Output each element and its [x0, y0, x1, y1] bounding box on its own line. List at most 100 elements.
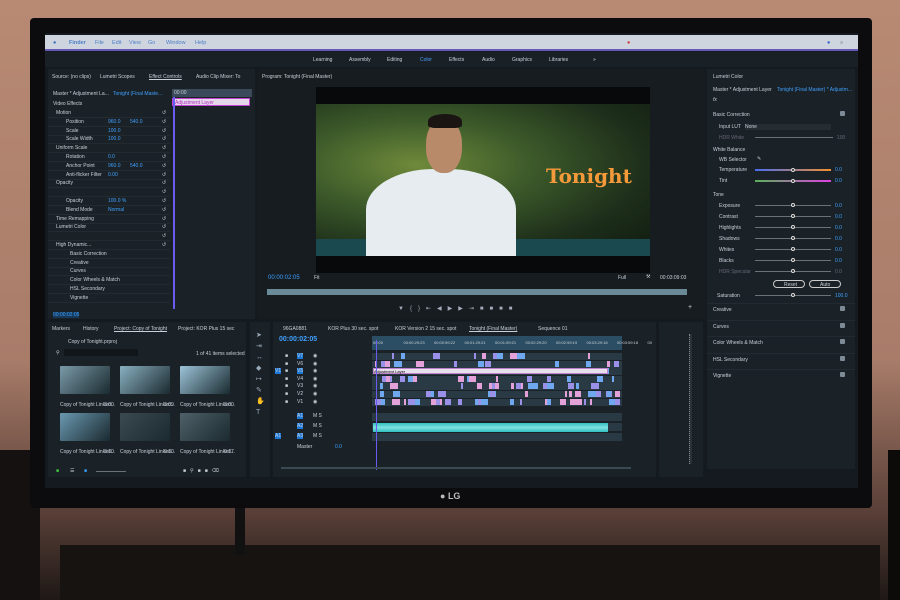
- list-view-icon[interactable]: ☰: [70, 468, 74, 474]
- project-tools-icons[interactable]: ■⚲■■⌫: [183, 468, 223, 474]
- transport-controls[interactable]: ▼{}⇤◀▶▶⇥■■■■: [398, 305, 518, 312]
- tab-effect-controls[interactable]: Effect Controls: [149, 74, 182, 80]
- video-clip[interactable]: [426, 391, 432, 397]
- workspace-assembly[interactable]: Assembly: [349, 57, 371, 63]
- white-balance-heading[interactable]: White Balance: [713, 147, 745, 153]
- icon-view-icon[interactable]: ■: [84, 468, 87, 474]
- video-clip[interactable]: [567, 375, 572, 382]
- lumetri-section[interactable]: Creative: [713, 307, 732, 313]
- video-clip[interactable]: [489, 383, 493, 390]
- tone-value[interactable]: 0.0: [835, 203, 842, 209]
- video-clip[interactable]: [583, 398, 586, 405]
- video-clip[interactable]: [477, 383, 483, 390]
- video-clip[interactable]: [586, 360, 592, 367]
- track-V1[interactable]: V1: [297, 399, 303, 405]
- video-clip[interactable]: [460, 383, 463, 390]
- effect-row-label[interactable]: Uniform Scale: [56, 145, 87, 151]
- video-clip[interactable]: [393, 391, 401, 397]
- video-clip[interactable]: [390, 383, 399, 390]
- menu-file[interactable]: File: [95, 40, 104, 46]
- basic-correction-checkbox[interactable]: [840, 111, 845, 116]
- tab-source[interactable]: Source: (no clips): [52, 74, 91, 80]
- menu-help[interactable]: Help: [195, 40, 206, 46]
- menu-go[interactable]: Go: [148, 40, 155, 46]
- video-clip[interactable]: [485, 360, 492, 367]
- thumbnail[interactable]: [180, 413, 230, 441]
- video-clip[interactable]: [527, 375, 533, 382]
- video-clip[interactable]: [597, 391, 601, 397]
- video-clip[interactable]: [481, 398, 489, 405]
- video-clip[interactable]: [510, 353, 518, 359]
- video-clip[interactable]: [497, 353, 504, 359]
- effect-row-label[interactable]: Opacity: [66, 198, 83, 204]
- tone-value[interactable]: 0.0: [835, 236, 842, 242]
- video-clip[interactable]: [589, 398, 592, 405]
- video-clip[interactable]: [520, 398, 523, 405]
- thumbnail[interactable]: [120, 366, 170, 394]
- tab-project-copy[interactable]: Project: Copy of Tonight: [114, 326, 167, 332]
- workspace-color[interactable]: Color: [420, 57, 432, 63]
- video-clip[interactable]: [407, 398, 415, 405]
- effect-row-label[interactable]: Lumetri Color: [56, 224, 86, 230]
- tab-seq-96ga0881[interactable]: 96GA0881: [283, 326, 307, 332]
- video-clip[interactable]: [439, 391, 443, 397]
- effect-value-1[interactable]: 0.00: [108, 172, 118, 178]
- video-clip[interactable]: [401, 353, 406, 359]
- tab-markers[interactable]: Markers: [52, 326, 70, 332]
- add-button-icon[interactable]: +: [688, 304, 692, 311]
- lock-icon[interactable]: ■: [285, 391, 288, 397]
- video-clip[interactable]: [527, 383, 536, 390]
- lumetri-section[interactable]: Vignette: [713, 373, 731, 379]
- lock-icon[interactable]: ■: [285, 353, 288, 359]
- eye-icon[interactable]: ◉: [313, 391, 317, 397]
- effect-value-1[interactable]: 100.0: [108, 136, 121, 142]
- apple-icon[interactable]: ●: [53, 40, 56, 46]
- workspace-libraries[interactable]: Libraries: [549, 57, 568, 63]
- thumbnail[interactable]: [60, 413, 110, 441]
- track-A3[interactable]: A3: [297, 433, 304, 439]
- reset-icon[interactable]: ↺: [162, 224, 166, 230]
- thumbnail[interactable]: [180, 366, 230, 394]
- input-lut-dropdown[interactable]: None: [745, 124, 831, 130]
- reset-icon[interactable]: ↺: [162, 119, 166, 125]
- slider-knob[interactable]: [791, 236, 795, 240]
- effect-row-label[interactable]: Scale Width: [66, 136, 93, 142]
- video-clip[interactable]: [588, 353, 591, 359]
- effect-row-label[interactable]: Basic Correction: [70, 251, 107, 257]
- effect-row-label[interactable]: Creative: [70, 260, 89, 266]
- effect-value-2[interactable]: 540.0: [130, 163, 143, 169]
- status-icon[interactable]: ●: [627, 40, 630, 46]
- lock-icon[interactable]: ■: [285, 376, 288, 382]
- effect-value-1[interactable]: 100.0 %: [108, 198, 126, 204]
- video-clip[interactable]: [457, 375, 464, 382]
- effect-row-label[interactable]: HSL Secondary: [70, 286, 105, 292]
- menu-list-icon[interactable]: ≡: [840, 40, 843, 46]
- video-clip[interactable]: [543, 383, 548, 390]
- lumetri-sequence[interactable]: Tonight (Final Master) * Adjustm...: [777, 87, 852, 93]
- video-clip[interactable]: [615, 391, 621, 397]
- effect-value-1[interactable]: 0.0: [108, 154, 115, 160]
- eye-icon[interactable]: ◉: [313, 399, 317, 405]
- horizontal-scrollbar[interactable]: [281, 467, 631, 469]
- video-clip[interactable]: [481, 353, 486, 359]
- video-clip[interactable]: [555, 360, 560, 367]
- video-clip[interactable]: [559, 398, 566, 405]
- effect-row-label[interactable]: Vignette: [70, 295, 88, 301]
- video-clip[interactable]: [607, 391, 612, 397]
- tab-project-kor[interactable]: Project: KOR Plus 15 sec: [178, 326, 234, 332]
- video-clip[interactable]: [576, 398, 582, 405]
- reset-icon[interactable]: ↺: [162, 110, 166, 116]
- video-clip[interactable]: [591, 383, 600, 390]
- video-clip[interactable]: [380, 360, 385, 367]
- track-A2[interactable]: A2: [297, 423, 304, 429]
- video-clip[interactable]: [516, 383, 522, 390]
- lock-icon[interactable]: ■: [285, 383, 288, 389]
- slider-knob[interactable]: [791, 203, 795, 207]
- effect-row-label[interactable]: Opacity: [56, 180, 73, 186]
- video-clip[interactable]: [381, 375, 386, 382]
- lumetri-section[interactable]: Color Wheels & Match: [713, 340, 763, 346]
- project-search-input[interactable]: [64, 349, 138, 356]
- zoom-slider[interactable]: [96, 471, 126, 472]
- video-clip[interactable]: [394, 360, 403, 367]
- video-clip[interactable]: [477, 360, 484, 367]
